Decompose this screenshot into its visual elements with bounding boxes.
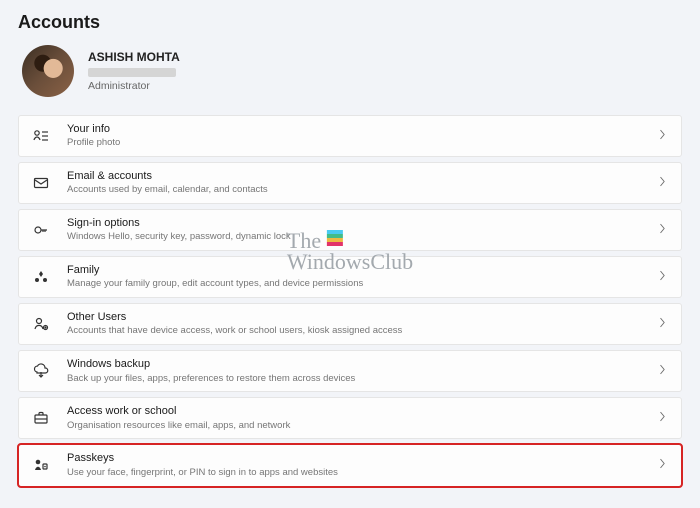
avatar [22, 45, 74, 97]
user-email-redacted [88, 68, 176, 77]
settings-item-title: Passkeys [67, 452, 658, 465]
settings-item-title: Other Users [67, 311, 658, 324]
settings-item-desc: Profile photo [67, 137, 658, 149]
settings-item-desc: Manage your family group, edit account t… [67, 278, 658, 290]
settings-item-title: Email & accounts [67, 170, 658, 183]
key-icon [29, 222, 53, 238]
settings-item-key[interactable]: Sign-in optionsWindows Hello, security k… [18, 209, 682, 251]
chevron-right-icon [658, 268, 669, 286]
email-icon [29, 175, 53, 191]
settings-list: Your infoProfile photoEmail & accountsAc… [18, 115, 682, 487]
settings-item-desc: Accounts that have device access, work o… [67, 325, 658, 337]
family-icon [29, 269, 53, 285]
chevron-right-icon [658, 409, 669, 427]
user-block: ASHISH MOHTA Administrator [22, 45, 682, 97]
backup-icon [29, 363, 53, 379]
user-role: Administrator [88, 79, 180, 93]
settings-item-desc: Windows Hello, security key, password, d… [67, 231, 658, 243]
chevron-right-icon [658, 221, 669, 239]
settings-item-your-info[interactable]: Your infoProfile photo [18, 115, 682, 157]
settings-item-desc: Organisation resources like email, apps,… [67, 420, 658, 432]
settings-item-title: Your info [67, 123, 658, 136]
chevron-right-icon [658, 362, 669, 380]
settings-item-passkey[interactable]: Passkeys Use your face, fingerprint, or P… [18, 444, 682, 486]
settings-item-email[interactable]: Email & accountsAccounts used by email, … [18, 162, 682, 204]
settings-item-other-users[interactable]: Other UsersAccounts that have device acc… [18, 303, 682, 345]
settings-item-family[interactable]: FamilyManage your family group, edit acc… [18, 256, 682, 298]
chevron-right-icon [658, 456, 669, 474]
settings-item-briefcase[interactable]: Access work or school Organisation resour… [18, 397, 682, 439]
user-name: ASHISH MOHTA [88, 49, 180, 65]
chevron-right-icon [658, 315, 669, 333]
your-info-icon [29, 128, 53, 144]
chevron-right-icon [658, 127, 669, 145]
settings-item-title: Sign-in options [67, 217, 658, 230]
briefcase-icon [29, 410, 53, 426]
settings-item-desc: Use your face, fingerprint, or PIN to si… [67, 467, 658, 479]
settings-item-title: Access work or school [67, 405, 658, 418]
settings-item-backup[interactable]: Windows backup Back up your files, apps, … [18, 350, 682, 392]
page-title: Accounts [18, 12, 682, 33]
passkey-icon [29, 457, 53, 473]
settings-item-desc: Back up your files, apps, preferences to… [67, 373, 658, 385]
chevron-right-icon [658, 174, 669, 192]
other-users-icon [29, 316, 53, 332]
settings-item-title: Family [67, 264, 658, 277]
settings-item-title: Windows backup [67, 358, 658, 371]
settings-item-desc: Accounts used by email, calendar, and co… [67, 184, 658, 196]
